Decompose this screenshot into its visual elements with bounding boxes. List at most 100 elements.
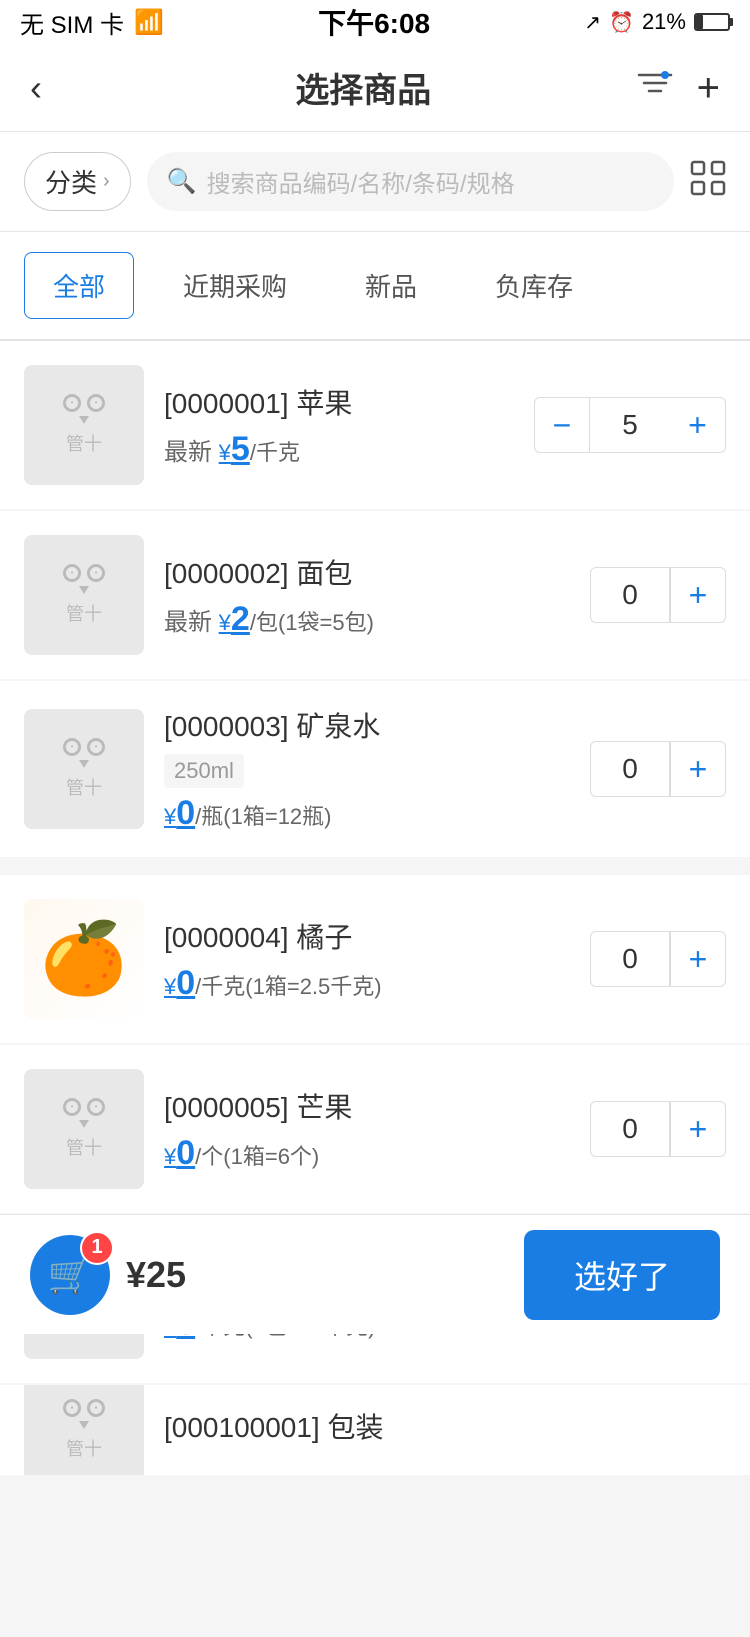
add-icon[interactable]: + — [697, 68, 720, 108]
price-currency: ¥ — [164, 1144, 176, 1169]
nav-actions: + — [637, 68, 720, 108]
tab-recent[interactable]: 近期采购 — [154, 252, 316, 319]
owl-beak — [79, 760, 89, 768]
quantity-input[interactable] — [590, 567, 670, 623]
quantity-control-0000001: − + — [534, 397, 726, 453]
tab-all[interactable]: 全部 — [24, 252, 134, 319]
owl-beak — [79, 416, 89, 424]
product-image-0000003: 管十 — [24, 709, 144, 829]
placeholder-logo: 管十 — [63, 564, 105, 626]
search-box[interactable]: 🔍 搜索商品编码/名称/条码/规格 — [147, 152, 674, 211]
page-title: 选择商品 — [295, 63, 431, 112]
owl-eye-right — [87, 564, 105, 582]
product-image-0000004: 🍊 — [24, 899, 144, 1019]
increase-button[interactable]: + — [670, 931, 726, 987]
product-name: [000100001] 包装 — [164, 1406, 726, 1446]
increase-button[interactable]: + — [670, 1101, 726, 1157]
battery-bar — [694, 13, 730, 31]
navigation-bar: ‹ 选择商品 + — [0, 44, 750, 132]
list-item: 管十 [0000003] 矿泉水 250ml ¥0/瓶(1箱=12瓶) + — [0, 681, 750, 857]
owl-beak — [79, 1120, 89, 1128]
product-price: ¥0/瓶(1箱=12瓶) — [164, 794, 570, 833]
quantity-control-0000004: + — [590, 931, 726, 987]
cart-button[interactable]: 🛒 1 — [30, 1235, 110, 1315]
back-button[interactable]: ‹ — [30, 67, 90, 109]
product-price: 最新 ¥5/千克 — [164, 430, 514, 469]
owl-beak — [79, 1421, 89, 1429]
quantity-input[interactable] — [590, 741, 670, 797]
category-button[interactable]: 分类 › — [24, 152, 131, 211]
search-icon: 🔍 — [167, 167, 197, 196]
product-image-0000005: 管十 — [24, 1069, 144, 1189]
quantity-control-0000002: + — [590, 567, 726, 623]
product-image-000100001: 管十 — [24, 1385, 144, 1475]
owl-eye-left — [63, 738, 81, 756]
product-spec: 250ml — [164, 754, 244, 788]
owl-text: 管十 — [66, 774, 102, 800]
owl-beak — [79, 586, 89, 594]
list-item: 管十 [0000005] 芒果 ¥0/个(1箱=6个) + — [0, 1045, 750, 1213]
carrier-text: 无 SIM 卡 — [20, 5, 124, 40]
quantity-input[interactable] — [590, 1101, 670, 1157]
alarm-icon: ⏰ — [609, 10, 634, 35]
chevron-right-icon: › — [103, 170, 110, 193]
product-list: 管十 [0000001] 苹果 最新 ¥5/千克 − + 管十 — [0, 341, 750, 1637]
price-number: 2 — [231, 600, 250, 638]
decrease-button[interactable]: − — [534, 397, 590, 453]
increase-button[interactable]: + — [670, 397, 726, 453]
list-item: 管十 [0000002] 面包 最新 ¥2/包(1袋=5包) + — [0, 511, 750, 679]
owl-text: 管十 — [66, 1134, 102, 1160]
quantity-input[interactable] — [590, 931, 670, 987]
owl-text: 管十 — [66, 600, 102, 626]
confirm-button[interactable]: 选好了 — [524, 1230, 720, 1320]
price-number: 0 — [176, 794, 195, 832]
owl-eye-right — [87, 738, 105, 756]
product-image-0000002: 管十 — [24, 535, 144, 655]
cart-total: ¥25 — [126, 1254, 186, 1296]
list-item: 管十 [000100001] 包装 — [0, 1385, 750, 1475]
status-indicators: ↗ ⏰ 21% — [584, 9, 730, 35]
increase-button[interactable]: + — [670, 741, 726, 797]
quantity-control-0000005: + — [590, 1101, 726, 1157]
product-name: [0000001] 苹果 — [164, 382, 514, 422]
status-time: 下午6:08 — [318, 2, 430, 42]
cart-section: 🛒 1 ¥25 — [30, 1235, 524, 1315]
list-item: 🍊 [0000004] 橘子 ¥0/千克(1箱=2.5千克) + — [0, 875, 750, 1043]
search-placeholder: 搜索商品编码/名称/条码/规格 — [207, 164, 515, 199]
price-unit: /千克 — [250, 440, 300, 465]
scan-icon[interactable] — [690, 160, 726, 203]
product-price: ¥0/个(1箱=6个) — [164, 1134, 570, 1173]
tab-new[interactable]: 新品 — [336, 252, 446, 319]
tab-bar: 全部 近期采购 新品 负库存 — [0, 232, 750, 341]
bottom-bar: 🛒 1 ¥25 选好了 — [0, 1214, 750, 1334]
product-name: [0000004] 橘子 — [164, 916, 570, 956]
placeholder-logo: 管十 — [63, 1399, 105, 1461]
product-name: [0000005] 芒果 — [164, 1086, 570, 1126]
location-icon: ↗ — [584, 10, 601, 35]
owl-eye-left — [63, 1098, 81, 1116]
battery-text: 21% — [642, 9, 686, 35]
category-label: 分类 — [45, 163, 97, 200]
price-number: 0 — [176, 964, 195, 1002]
price-currency: ¥ — [164, 974, 176, 999]
price-currency: ¥ — [164, 804, 176, 829]
product-info-000100001: [000100001] 包装 — [164, 1406, 726, 1454]
filter-icon[interactable] — [637, 69, 673, 106]
filter-bar: 分类 › 🔍 搜索商品编码/名称/条码/规格 — [0, 132, 750, 232]
owl-eye-left — [63, 394, 81, 412]
price-number: 5 — [231, 430, 250, 468]
product-info-0000003: [0000003] 矿泉水 250ml ¥0/瓶(1箱=12瓶) — [164, 705, 570, 833]
status-carrier: 无 SIM 卡 📶 — [20, 5, 164, 40]
owl-eye-left — [63, 564, 81, 582]
product-image-0000001: 管十 — [24, 365, 144, 485]
product-name: [0000002] 面包 — [164, 552, 570, 592]
status-bar: 无 SIM 卡 📶 下午6:08 ↗ ⏰ 21% — [0, 0, 750, 44]
increase-button[interactable]: + — [670, 567, 726, 623]
wifi-icon: 📶 — [134, 8, 164, 37]
quantity-input[interactable] — [590, 397, 670, 453]
tab-negative-stock[interactable]: 负库存 — [466, 252, 602, 319]
price-currency: ¥ — [219, 440, 231, 465]
price-currency: ¥ — [219, 610, 231, 635]
product-info-0000002: [0000002] 面包 最新 ¥2/包(1袋=5包) — [164, 552, 570, 639]
placeholder-logo: 管十 — [63, 394, 105, 456]
